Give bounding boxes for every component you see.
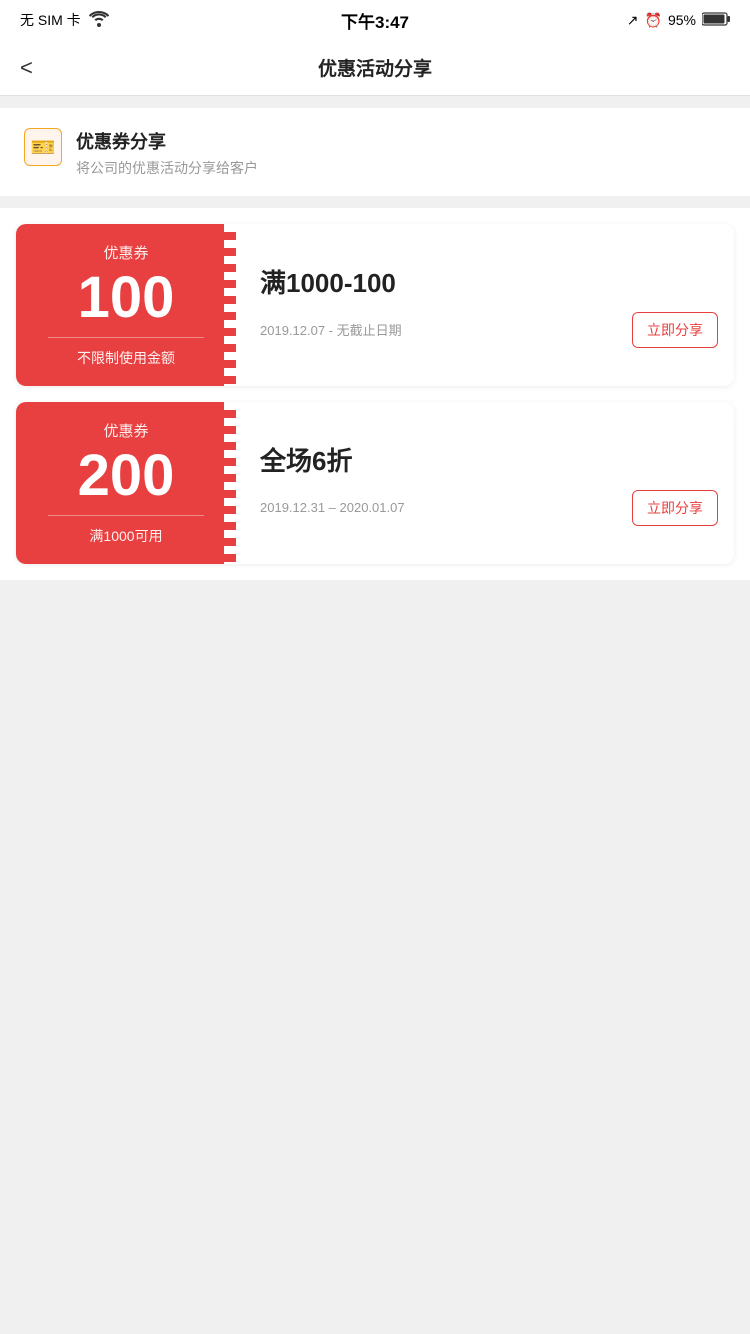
page-title: 优惠活动分享 (318, 54, 432, 81)
coupon-list: 优惠券 100 不限制使用金额 满1000-100 2019.12.07 - 无… (0, 208, 750, 580)
coupon-divider-1 (48, 337, 205, 338)
coupon-condition-2: 满1000可用 (89, 526, 162, 546)
status-right: ↗ ⏰ 95% (627, 12, 730, 29)
coupon-name-2: 全场6折 (260, 441, 718, 478)
battery-icon (702, 12, 730, 29)
coupon-divider-2 (48, 515, 205, 516)
carrier-text: 无 SIM 卡 (20, 10, 81, 30)
coupon-right-1: 满1000-100 2019.12.07 - 无截止日期 立即分享 (236, 224, 734, 386)
coupon-amount-2: 200 (78, 447, 175, 505)
section-title: 优惠券分享 (76, 128, 258, 154)
coupon-tag-2: 优惠券 (103, 420, 148, 441)
coupon-left-2: 优惠券 200 满1000可用 (16, 402, 236, 564)
section-icon: 🎫 (24, 128, 62, 166)
back-button[interactable]: < (20, 55, 33, 81)
status-left: 无 SIM 卡 (20, 10, 109, 30)
status-time: 下午3:47 (341, 8, 409, 33)
alarm-icon: ⏰ (645, 12, 662, 29)
nav-bar: < 优惠活动分享 (0, 40, 750, 96)
battery-text: 95% (668, 12, 696, 28)
coupon-tag-1: 优惠券 (103, 242, 148, 263)
wifi-icon (89, 11, 109, 30)
section-header: 🎫 优惠券分享 将公司的优惠活动分享给客户 (0, 108, 750, 196)
coupon-card-1: 优惠券 100 不限制使用金额 满1000-100 2019.12.07 - 无… (16, 224, 734, 386)
bottom-area (0, 580, 750, 1080)
coupon-meta-2: 2019.12.31 – 2020.01.07 立即分享 (260, 490, 718, 526)
location-icon: ↗ (627, 12, 639, 29)
coupon-date-2: 2019.12.31 – 2020.01.07 (260, 500, 624, 515)
coupon-right-2: 全场6折 2019.12.31 – 2020.01.07 立即分享 (236, 402, 734, 564)
coupon-amount-1: 100 (78, 269, 175, 327)
coupon-condition-1: 不限制使用金额 (77, 348, 175, 368)
coupon-card-2: 优惠券 200 满1000可用 全场6折 2019.12.31 – 2020.0… (16, 402, 734, 564)
section-subtitle: 将公司的优惠活动分享给客户 (76, 158, 258, 178)
coupon-left-1: 优惠券 100 不限制使用金额 (16, 224, 236, 386)
coupon-name-1: 满1000-100 (260, 263, 718, 300)
section-text: 优惠券分享 将公司的优惠活动分享给客户 (76, 128, 258, 178)
status-bar: 无 SIM 卡 下午3:47 ↗ ⏰ 95% (0, 0, 750, 40)
coupon-meta-1: 2019.12.07 - 无截止日期 立即分享 (260, 312, 718, 348)
share-button-1[interactable]: 立即分享 (632, 312, 718, 348)
share-button-2[interactable]: 立即分享 (632, 490, 718, 526)
coupon-date-1: 2019.12.07 - 无截止日期 (260, 320, 624, 339)
